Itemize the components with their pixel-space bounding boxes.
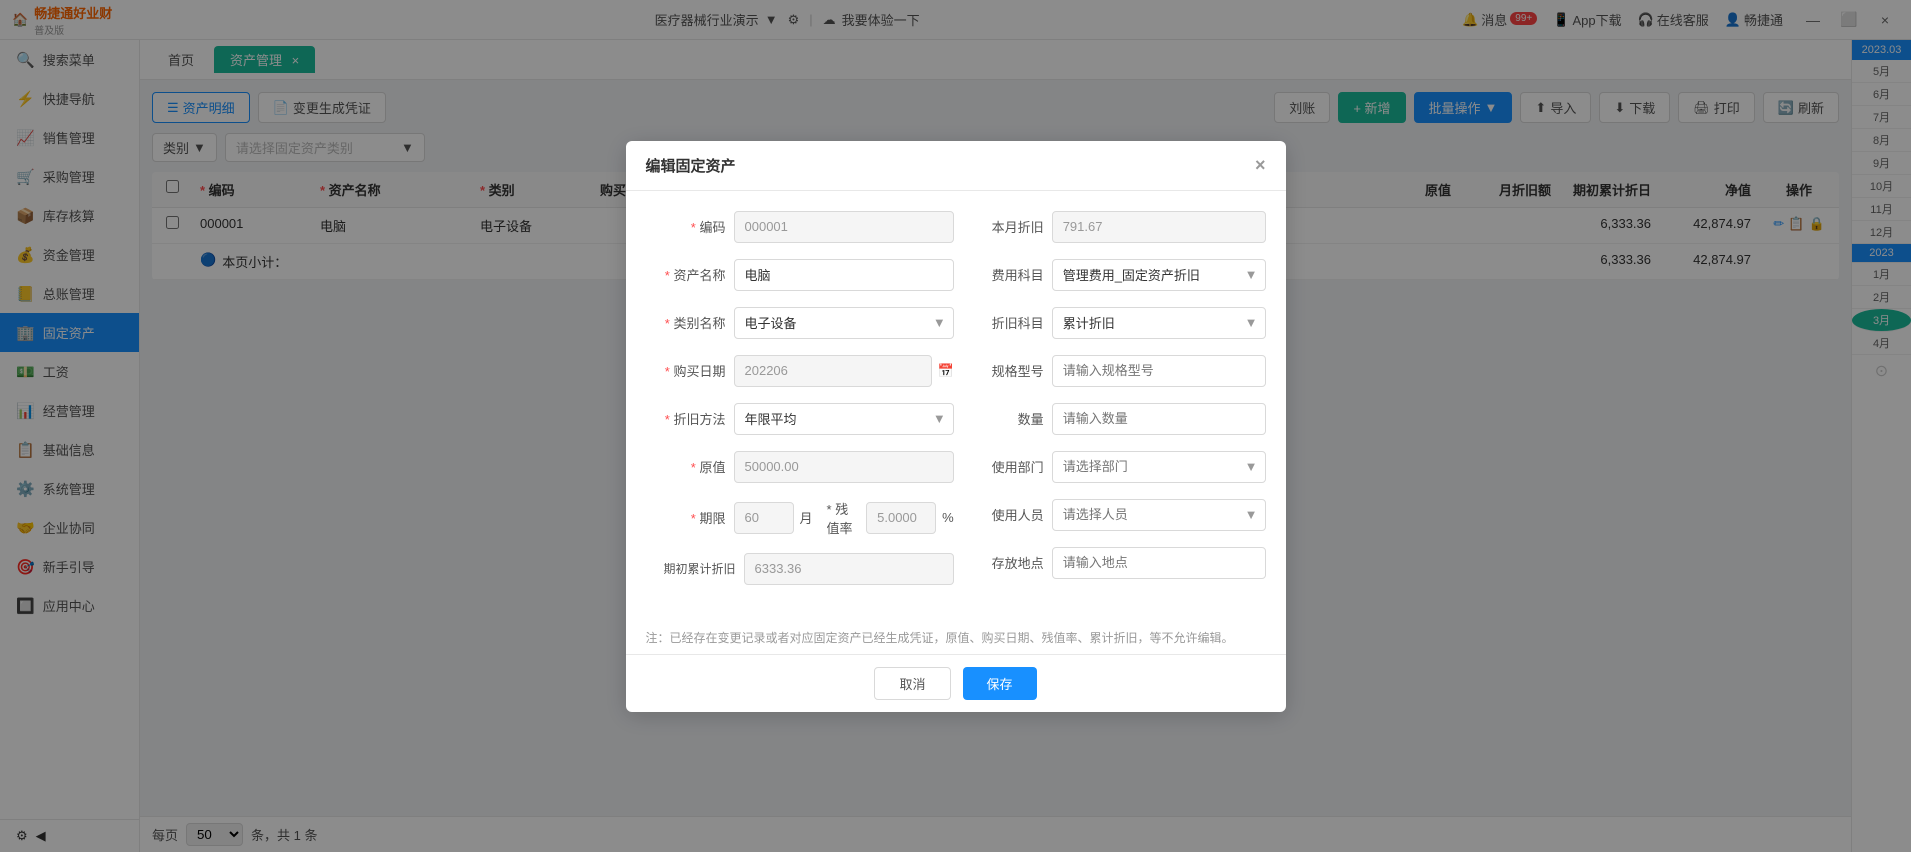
depreciation-method-select[interactable]: ▼ bbox=[734, 403, 954, 435]
personnel-label: 使用人员 bbox=[974, 505, 1044, 524]
purchase-date-label: * 购买日期 bbox=[646, 361, 726, 380]
edit-asset-modal: 编辑固定资产 × * 编码 bbox=[626, 141, 1286, 712]
asset-name-input[interactable] bbox=[734, 259, 954, 291]
personnel-input[interactable] bbox=[1052, 499, 1266, 531]
spec-input[interactable] bbox=[1052, 355, 1266, 387]
form-row-code: * 编码 bbox=[646, 211, 954, 243]
form-row-asset-name: * 资产名称 bbox=[646, 259, 954, 291]
storage-input[interactable] bbox=[1052, 547, 1266, 579]
dep-subject-input[interactable] bbox=[1052, 307, 1266, 339]
storage-label: 存放地点 bbox=[974, 553, 1044, 572]
initial-depreciation-label: 期初累计折旧 bbox=[646, 560, 736, 577]
period-unit-label: 月 bbox=[800, 508, 813, 527]
modal-header: 编辑固定资产 × bbox=[626, 141, 1286, 191]
dep-subject-label: 折旧科目 bbox=[974, 313, 1044, 332]
code-label: * 编码 bbox=[646, 217, 726, 236]
original-value-label: * 原值 bbox=[646, 457, 726, 476]
form-row-quantity: 数量 bbox=[974, 403, 1266, 435]
original-value-input[interactable] bbox=[734, 451, 954, 483]
modal-note: 注：已经存在变更记录或者对应固定资产已经生成凭证，原值、购买日期、残值率、累计折… bbox=[626, 621, 1286, 654]
period-input[interactable] bbox=[734, 502, 794, 534]
residual-rate-input[interactable] bbox=[866, 502, 936, 534]
form-row-expense-subject: 费用科目 ▼ bbox=[974, 259, 1266, 291]
form-row-department: 使用部门 ▼ bbox=[974, 451, 1266, 483]
form-row-storage: 存放地点 bbox=[974, 547, 1266, 579]
asset-name-label: * 资产名称 bbox=[646, 265, 726, 284]
form-row-initial-depreciation: 期初累计折旧 bbox=[646, 553, 954, 585]
form-row-depreciation-method: * 折旧方法 ▼ bbox=[646, 403, 954, 435]
form-row-original-value: * 原值 bbox=[646, 451, 954, 483]
expense-subject-label: 费用科目 bbox=[974, 265, 1044, 284]
quantity-input[interactable] bbox=[1052, 403, 1266, 435]
form-row-spec: 规格型号 bbox=[974, 355, 1266, 387]
category-input[interactable] bbox=[734, 307, 954, 339]
category-select-wrap[interactable]: ▼ bbox=[734, 307, 954, 339]
form-row-category: * 类别名称 ▼ bbox=[646, 307, 954, 339]
form-row-purchase-date: * 购买日期 📅 bbox=[646, 355, 954, 387]
cancel-btn[interactable]: 取消 bbox=[874, 667, 950, 700]
code-input[interactable] bbox=[734, 211, 954, 243]
calendar-icon[interactable]: 📅 bbox=[938, 363, 954, 379]
form-row-monthly-dep: 本月折旧 bbox=[974, 211, 1266, 243]
modal-footer: 取消 保存 bbox=[626, 654, 1286, 712]
department-select[interactable]: ▼ bbox=[1052, 451, 1266, 483]
quantity-label: 数量 bbox=[974, 409, 1044, 428]
spec-label: 规格型号 bbox=[974, 361, 1044, 380]
modal-body: * 编码 * 资产名称 bbox=[626, 191, 1286, 621]
initial-depreciation-input[interactable] bbox=[744, 553, 954, 585]
purchase-date-input[interactable] bbox=[734, 355, 932, 387]
department-label: 使用部门 bbox=[974, 457, 1044, 476]
depreciation-method-input[interactable] bbox=[734, 403, 954, 435]
period-group: 月 * 残值率 % bbox=[734, 499, 954, 537]
modal-close-btn[interactable]: × bbox=[1255, 155, 1266, 176]
dep-subject-select[interactable]: ▼ bbox=[1052, 307, 1266, 339]
form-row-period: * 期限 月 * 残值率 bbox=[646, 499, 954, 537]
category-label: * 类别名称 bbox=[646, 313, 726, 332]
save-btn[interactable]: 保存 bbox=[963, 667, 1037, 700]
main-content: ☰ 资产明细 📄 变更生成凭证 刘账 + 新增 bbox=[140, 80, 1851, 816]
monthly-dep-label: 本月折旧 bbox=[974, 217, 1044, 236]
form-row-personnel: 使用人员 ▼ bbox=[974, 499, 1266, 531]
personnel-select[interactable]: ▼ bbox=[1052, 499, 1266, 531]
depreciation-method-label: * 折旧方法 bbox=[646, 409, 726, 428]
period-label: * 期限 bbox=[646, 508, 726, 527]
monthly-dep-input[interactable] bbox=[1052, 211, 1266, 243]
form-row-dep-subject: 折旧科目 ▼ bbox=[974, 307, 1266, 339]
residual-rate-label: * 残值率 bbox=[827, 499, 861, 537]
purchase-date-group: 📅 bbox=[734, 355, 954, 387]
department-input[interactable] bbox=[1052, 451, 1266, 483]
modal-title: 编辑固定资产 bbox=[646, 155, 736, 176]
modal-overlay: 编辑固定资产 × * 编码 bbox=[140, 80, 1851, 816]
expense-subject-input[interactable] bbox=[1052, 259, 1266, 291]
expense-subject-select[interactable]: ▼ bbox=[1052, 259, 1266, 291]
residual-rate-unit-label: % bbox=[942, 510, 954, 525]
